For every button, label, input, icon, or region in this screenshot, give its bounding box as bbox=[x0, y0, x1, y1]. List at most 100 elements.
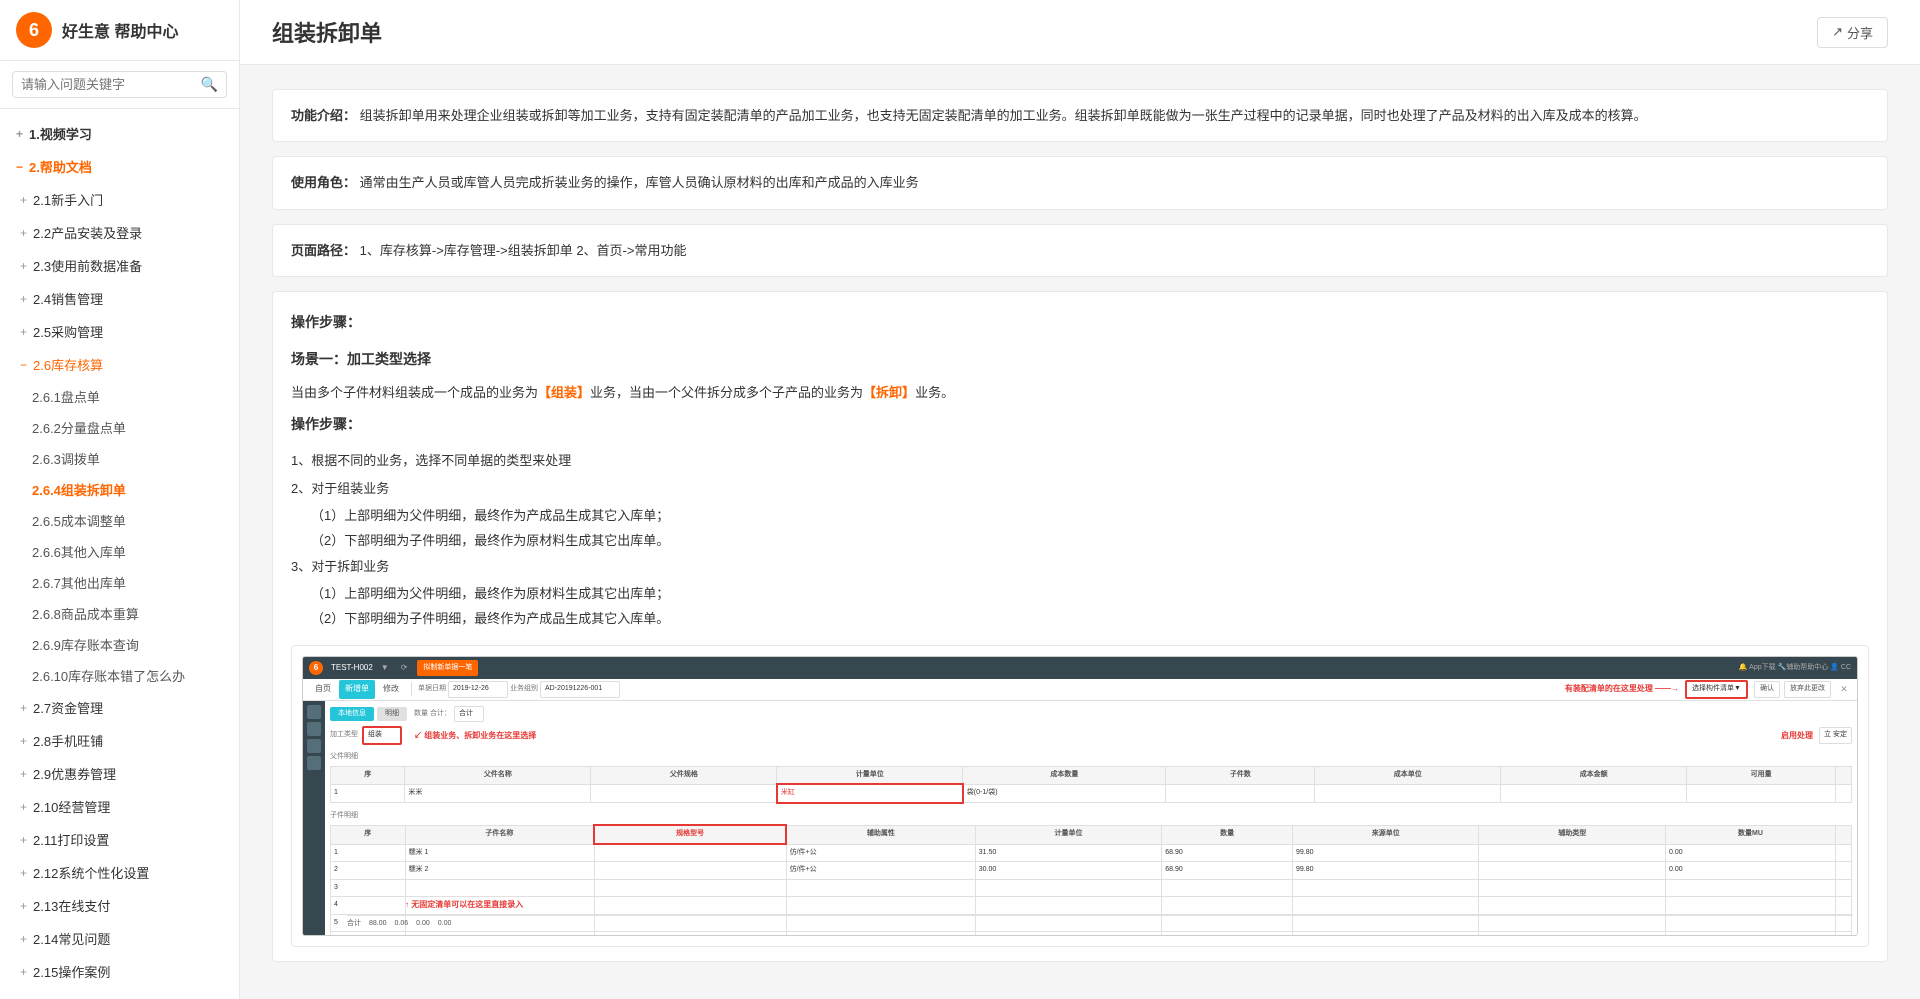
mock-footer-total1: 合计 bbox=[347, 918, 361, 931]
mock-process-btn[interactable]: 立 安定 bbox=[1819, 727, 1852, 744]
sidebar-item-s2-4[interactable]: +2.4销售管理 bbox=[0, 282, 239, 315]
sidebar-item-s2-2[interactable]: +2.2产品安装及登录 bbox=[0, 216, 239, 249]
mock-footer-val4: 0.00 bbox=[438, 918, 452, 931]
sidebar-item-label-s2-15: 2.15操作案例 bbox=[33, 962, 110, 981]
mock-discard-btn[interactable]: 放弃此更改 bbox=[1784, 681, 1831, 698]
mock-tab-basic[interactable]: 本地信息 bbox=[330, 707, 374, 722]
zuzhuang-label: 【组装】 bbox=[538, 385, 590, 400]
step2: 2、对于组装业务 bbox=[291, 477, 1869, 500]
sidebar-item-s2-6-7[interactable]: 2.6.7其他出库单 bbox=[0, 567, 239, 598]
sidebar-subitem-label-s2-6-9: 2.6.9库存账本查询 bbox=[32, 635, 139, 654]
mock-nav-home[interactable]: 自页 bbox=[309, 680, 337, 698]
sidebar-subitem-label-s2-6-5: 2.6.5成本调整单 bbox=[32, 511, 126, 530]
sidebar-subitem-label-s2-6-4: 2.6.4组装拆卸单 bbox=[32, 480, 126, 499]
mock-qty-label: 数量 合计： bbox=[414, 708, 451, 721]
sidebar-item-s2[interactable]: −2.帮助文档 bbox=[0, 150, 239, 183]
operations-block: 操作步骤： 场景一：加工类型选择 当由多个子件材料组装成一个成品的业务为【组装】… bbox=[272, 291, 1888, 962]
sidebar-item-s2-6-1[interactable]: 2.6.1盘点单 bbox=[0, 381, 239, 412]
nav-tree: +1.视频学习−2.帮助文档+2.1新手入门+2.2产品安装及登录+2.3使用前… bbox=[0, 109, 239, 996]
mock-qty-field[interactable]: 合计 bbox=[454, 706, 484, 723]
sidebar-item-label-s2-9: 2.9优惠券管理 bbox=[33, 764, 116, 783]
path-text: 1、库存核算->库存管理->组装拆卸单 2、首页->常用功能 bbox=[360, 243, 687, 258]
ops-steps-subtitle: 操作步骤： bbox=[291, 412, 1869, 437]
sidebar-item-s2-6-2[interactable]: 2.6.2分量盘点单 bbox=[0, 412, 239, 443]
sidebar-item-label-s2-5: 2.5采购管理 bbox=[33, 322, 103, 341]
mock-field-group[interactable]: AD-20191226-001 bbox=[540, 681, 620, 698]
sidebar-item-s2-6[interactable]: −2.6库存核算 bbox=[0, 348, 239, 381]
scene1-desc: 当由多个子件材料组装成一个成品的业务为【组装】业务，当由一个父件拆分成多个子产品… bbox=[291, 381, 1869, 404]
sidebar-item-s2-6-6[interactable]: 2.6.6其他入库单 bbox=[0, 536, 239, 567]
mock-confirm-btn[interactable]: 确认 bbox=[1754, 681, 1780, 698]
mock-table-parent: 序 父件名称 父件规格 计量单位 成本数量 子件数 成本单位 成本金额 可用量 bbox=[330, 766, 1852, 804]
app-title: 好生意 帮助中心 bbox=[62, 18, 178, 42]
mock-footer-val1: 88.00 bbox=[369, 918, 387, 931]
mock-nav-new[interactable]: 新增单 bbox=[339, 680, 375, 698]
sidebar-item-s1[interactable]: +1.视频学习 bbox=[0, 117, 239, 150]
sidebar-subitem-label-s2-6-6: 2.6.6其他入库单 bbox=[32, 542, 126, 561]
step2-sub1: （1）上部明细为父件明细，最终作为产成品生成其它入库单； bbox=[311, 504, 1869, 527]
screenshot-wrap: 6 TEST-H002 ▼ ⟳ 拟制新单据一笔 🔔 App下载 🔧辅助帮助中心 … bbox=[291, 645, 1869, 947]
mock-refresh: ⟳ bbox=[401, 661, 408, 675]
sidebar-item-s2-6-8[interactable]: 2.6.8商品成本重算 bbox=[0, 598, 239, 629]
sidebar-item-label-s2-1: 2.1新手入门 bbox=[33, 190, 103, 209]
mock-tab-detail[interactable]: 明细 bbox=[377, 707, 407, 722]
mock-table-parent-label: 父件明细 bbox=[330, 751, 1852, 764]
sidebar-item-s2-14[interactable]: +2.14常见问题 bbox=[0, 922, 239, 955]
annotation-process: 启用处理 bbox=[1781, 729, 1813, 743]
sidebar-item-s2-8[interactable]: +2.8手机旺铺 bbox=[0, 724, 239, 757]
search-box: 🔍 bbox=[0, 61, 239, 109]
sidebar-subitem-label-s2-6-1: 2.6.1盘点单 bbox=[32, 387, 100, 406]
sidebar-item-label-s2-13: 2.13在线支付 bbox=[33, 896, 110, 915]
mock-sidebar-icon1 bbox=[307, 705, 321, 719]
sidebar-item-s2-13[interactable]: +2.13在线支付 bbox=[0, 889, 239, 922]
content-area: 功能介绍： 组装拆卸单用来处理企业组装或拆卸等加工业务，支持有固定装配清单的产品… bbox=[240, 65, 1920, 999]
sidebar-item-s2-10[interactable]: +2.10经营管理 bbox=[0, 790, 239, 823]
mock-field-date[interactable]: 2019-12-26 bbox=[448, 681, 508, 698]
sidebar-item-s2-6-3[interactable]: 2.6.3调拨单 bbox=[0, 443, 239, 474]
sidebar-item-label-s1: 1.视频学习 bbox=[29, 124, 92, 143]
sidebar-item-s2-11[interactable]: +2.11打印设置 bbox=[0, 823, 239, 856]
step1: 1、根据不同的业务，选择不同单据的类型来处理 bbox=[291, 449, 1869, 472]
sidebar-subitem-label-s2-6-8: 2.6.8商品成本重算 bbox=[32, 604, 139, 623]
sidebar-item-s2-6-10[interactable]: 2.6.10库存账本错了怎么办 bbox=[0, 660, 239, 691]
search-icon: 🔍 bbox=[201, 76, 218, 93]
sidebar-item-s2-3[interactable]: +2.3使用前数据准备 bbox=[0, 249, 239, 282]
sidebar-item-s2-6-9[interactable]: 2.6.9库存账本查询 bbox=[0, 629, 239, 660]
path-block: 页面路径： 1、库存核算->库存管理->组装拆卸单 2、首页->常用功能 bbox=[272, 224, 1888, 277]
intro-block: 功能介绍： 组装拆卸单用来处理企业组装或拆卸等加工业务，支持有固定装配清单的产品… bbox=[272, 89, 1888, 142]
sidebar-item-s2-7[interactable]: +2.7资金管理 bbox=[0, 691, 239, 724]
mock-close-icon[interactable]: ✕ bbox=[1837, 682, 1851, 696]
page-title: 组装拆卸单 bbox=[272, 16, 382, 48]
search-input[interactable] bbox=[21, 77, 201, 92]
sidebar-item-label-s2: 2.帮助文档 bbox=[29, 157, 92, 176]
mock-type-field[interactable]: 组装 bbox=[362, 726, 402, 745]
sidebar-item-s2-5[interactable]: +2.5采购管理 bbox=[0, 315, 239, 348]
sidebar-item-label-s2-7: 2.7资金管理 bbox=[33, 698, 103, 717]
sidebar-item-label-s2-14: 2.14常见问题 bbox=[33, 929, 110, 948]
mock-select-config-btn[interactable]: 选择构件清单▼ bbox=[1685, 680, 1748, 699]
mock-field-group-label: 业务组别 bbox=[510, 683, 538, 696]
sidebar: 6 好生意 帮助中心 🔍 +1.视频学习−2.帮助文档+2.1新手入门+2.2产… bbox=[0, 0, 240, 999]
sidebar-item-s2-6-5[interactable]: 2.6.5成本调整单 bbox=[0, 505, 239, 536]
sidebar-item-s2-6-4[interactable]: 2.6.4组装拆卸单 bbox=[0, 474, 239, 505]
step3-sub2: （2）下部明细为子件明细，最终作为产成品生成其它入库单。 bbox=[311, 607, 1869, 630]
share-button[interactable]: ↗ 分享 bbox=[1817, 17, 1888, 48]
step2-sub2: （2）下部明细为子件明细，最终作为原材料生成其它出库单。 bbox=[311, 529, 1869, 552]
role-block: 使用角色： 通常由生产人员或库管人员完成折装业务的操作，库管人员确认原材料的出库… bbox=[272, 156, 1888, 209]
share-icon: ↗ bbox=[1832, 24, 1843, 40]
sidebar-item-s2-9[interactable]: +2.9优惠券管理 bbox=[0, 757, 239, 790]
sidebar-item-s2-1[interactable]: +2.1新手入门 bbox=[0, 183, 239, 216]
sidebar-item-s2-15[interactable]: +2.15操作案例 bbox=[0, 955, 239, 988]
mock-nav-edit[interactable]: 修改 bbox=[377, 680, 405, 698]
intro-text: 组装拆卸单用来处理企业组装或拆卸等加工业务，支持有固定装配清单的产品加工业务，也… bbox=[360, 108, 1647, 123]
search-wrap[interactable]: 🔍 bbox=[12, 71, 227, 98]
sidebar-subitem-label-s2-6-2: 2.6.2分量盘点单 bbox=[32, 418, 126, 437]
screenshot: 6 TEST-H002 ▼ ⟳ 拟制新单据一笔 🔔 App下载 🔧辅助帮助中心 … bbox=[302, 656, 1858, 936]
main-header: 组装拆卸单 ↗ 分享 bbox=[240, 0, 1920, 65]
mock-newinvoice-btn[interactable]: 拟制新单据一笔 bbox=[417, 660, 478, 677]
sidebar-item-label-s2-12: 2.12系统个性化设置 bbox=[33, 863, 149, 882]
sidebar-item-s2-12[interactable]: +2.12系统个性化设置 bbox=[0, 856, 239, 889]
annotation-has-config: 有装配清单的在这里处理 ——→ bbox=[1565, 682, 1679, 696]
role-label: 使用角色： bbox=[291, 175, 356, 190]
share-label: 分享 bbox=[1847, 23, 1873, 42]
